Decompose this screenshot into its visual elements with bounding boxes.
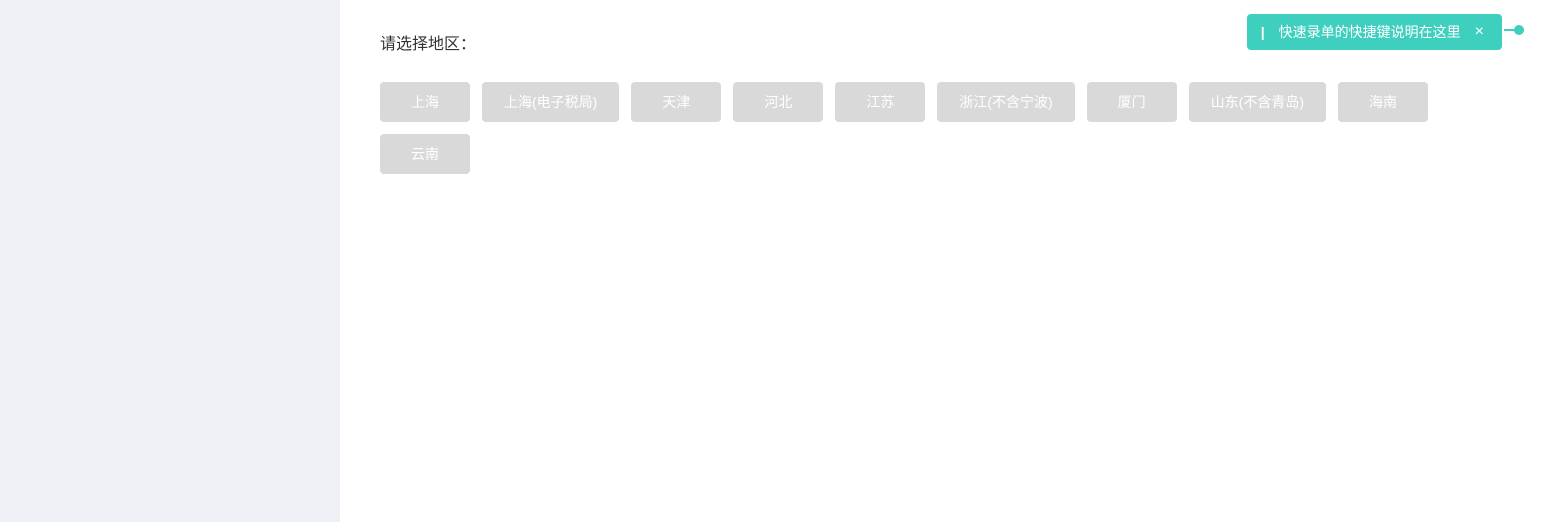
region-button-5[interactable]: 浙江(不含宁波) (937, 82, 1074, 122)
region-button-8[interactable]: 海南 (1338, 82, 1428, 122)
region-button-1[interactable]: 上海(电子税局) (482, 82, 619, 122)
tooltip-dot (1514, 25, 1524, 35)
tooltip-close-button[interactable]: × (1475, 23, 1484, 41)
main-content: 请选择地区： 上海上海(电子税局)天津河北江苏浙江(不含宁波)厦门山东(不含青岛… (340, 0, 1562, 522)
region-buttons: 上海上海(电子税局) 天津河北江苏浙江(不含宁波) 厦门山东(不含青岛) 海南云南 (380, 82, 1522, 174)
region-button-4[interactable]: 江苏 (835, 82, 925, 122)
region-button-6[interactable]: 厦门 (1087, 82, 1177, 122)
region-button-9[interactable]: 云南 (380, 134, 470, 174)
tooltip-text: 快速录单的快捷键说明在这里 (1279, 22, 1461, 42)
region-button-0[interactable]: 上海 (380, 82, 470, 122)
region-button-7[interactable]: 山东(不含青岛) (1189, 82, 1326, 122)
region-button-3[interactable]: 河北 (733, 82, 823, 122)
sidebar (0, 0, 340, 522)
region-button-2[interactable]: 天津 (631, 82, 721, 122)
tooltip-banner: 快速录单的快捷键说明在这里 × (1247, 14, 1502, 50)
